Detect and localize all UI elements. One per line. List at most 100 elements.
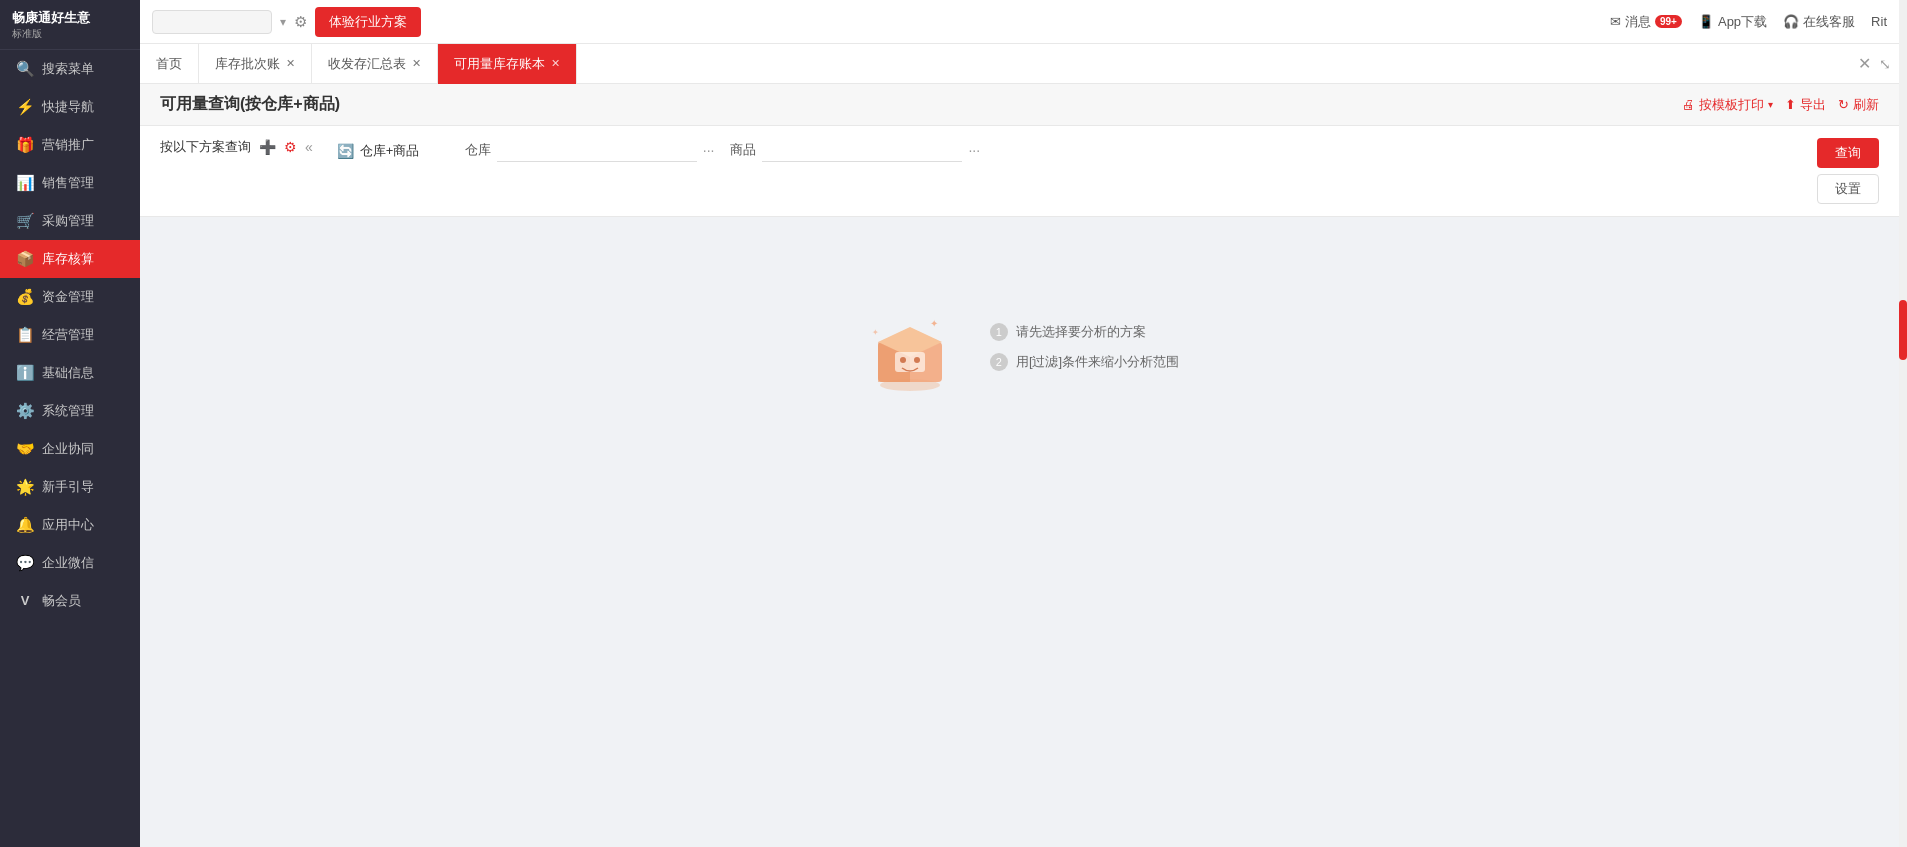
tab-available[interactable]: 可用量库存账本 ✕ [438,44,577,84]
message-icon: ✉ [1610,14,1621,29]
empty-tip-2: 2 用[过滤]条件来缩小分析范围 [990,353,1179,371]
finance-icon: 💰 [16,288,34,306]
message-badge: 99+ [1655,15,1682,28]
empty-tip-1: 1 请先选择要分析的方案 [990,323,1179,341]
empty-illustration: ✦ ✦ [860,297,960,397]
filter-buttons: 查询 设置 [1817,138,1879,204]
logo-title: 畅康通好生意 [12,10,128,27]
sidebar-item-purchase[interactable]: 🛒 采购管理 [0,202,140,240]
svg-point-5 [900,357,906,363]
print-btn[interactable]: 🖨 按模板打印 ▾ [1682,96,1773,114]
product-label: 商品 [730,141,756,159]
cog-scheme-icon[interactable]: ⚙ [284,139,297,155]
search-icon: 🔍 [16,60,34,78]
sidebar-item-shortcut[interactable]: ⚡ 快捷导航 [0,88,140,126]
filter-scheme-label: 按以下方案查询 ➕ ⚙ « [160,138,313,156]
headset-icon: 🎧 [1783,14,1799,29]
scheme-list: 🔄 仓库+商品 [329,138,449,164]
page-title: 可用量查询(按仓库+商品) [160,94,340,115]
empty-state: ✦ ✦ 1 请先选择要分析的方案 2 用[ [140,217,1899,477]
tip-1-num: 1 [990,323,1008,341]
enterprise-icon: 🤝 [16,440,34,458]
tab-summary-close[interactable]: ✕ [412,57,421,70]
content-area: 可用量查询(按仓库+商品) 🖨 按模板打印 ▾ ⬆ 导出 ↻ 刷新 [140,84,1899,847]
empty-tips: 1 请先选择要分析的方案 2 用[过滤]条件来缩小分析范围 [990,323,1179,371]
system-icon: ⚙️ [16,402,34,420]
tab-available-close[interactable]: ✕ [551,57,560,70]
refresh-btn[interactable]: ↻ 刷新 [1838,96,1879,114]
tab-summary[interactable]: 收发存汇总表 ✕ [312,44,438,84]
sidebar-item-wechat[interactable]: 💬 企业微信 [0,544,140,582]
refresh-icon: ↻ [1838,97,1849,112]
svg-text:✦: ✦ [872,328,879,337]
sidebar-item-newbie[interactable]: 🌟 新手引导 [0,468,140,506]
topbar-search-input[interactable] [152,10,272,34]
sidebar-item-search[interactable]: 🔍 搜索菜单 [0,50,140,88]
sidebar-item-operation[interactable]: 📋 经营管理 [0,316,140,354]
topbar: ▾ ⚙ 体验行业方案 ✉ 消息 99+ 📱 App下载 🎧 在线客服 Rit [140,0,1899,44]
sidebar-logo: 畅康通好生意 标准版 [0,0,140,50]
svg-text:✦: ✦ [930,318,938,329]
tab-batch[interactable]: 库存批次账 ✕ [199,44,312,84]
add-scheme-icon[interactable]: ➕ [259,139,276,155]
purchase-icon: 🛒 [16,212,34,230]
phone-icon: 📱 [1698,14,1714,29]
sidebar: 畅康通好生意 标准版 🔍 搜索菜单 ⚡ 快捷导航 🎁 营销推广 📊 销售管理 🛒… [0,0,140,847]
settings-btn[interactable]: 设置 [1817,174,1879,204]
scheme-item-warehouse-product[interactable]: 🔄 仓库+商品 [329,138,449,164]
sales-icon: 📊 [16,174,34,192]
svg-rect-4 [895,352,925,372]
topbar-gear-icon[interactable]: ⚙ [294,13,307,31]
product-more-icon[interactable]: ··· [968,142,980,158]
sidebar-item-marketing[interactable]: 🎁 营销推广 [0,126,140,164]
appcenter-icon: 🔔 [16,516,34,534]
operation-icon: 📋 [16,326,34,344]
inventory-icon: 📦 [16,250,34,268]
sidebar-item-enterprise[interactable]: 🤝 企业协同 [0,430,140,468]
product-input[interactable] [762,138,962,162]
collapse-scheme-icon[interactable]: « [305,139,313,155]
trial-btn[interactable]: 体验行业方案 [315,7,421,37]
topbar-chevron-icon[interactable]: ▾ [280,15,286,29]
basic-icon: ℹ️ [16,364,34,382]
topbar-online-service[interactable]: 🎧 在线客服 [1783,13,1855,31]
topbar-message[interactable]: ✉ 消息 99+ [1610,13,1682,31]
warehouse-more-icon[interactable]: ··· [703,142,715,158]
tab-home[interactable]: 首页 [140,44,199,84]
filter-area: 按以下方案查询 ➕ ⚙ « 🔄 仓库+商品 仓库 ··· 商品 [140,126,1899,217]
filter-field-product: 商品 ··· [730,138,980,162]
sidebar-item-finance[interactable]: 💰 资金管理 [0,278,140,316]
sidebar-item-appcenter[interactable]: 🔔 应用中心 [0,506,140,544]
sidebar-item-system[interactable]: ⚙️ 系统管理 [0,392,140,430]
logo-sub: 标准版 [12,27,128,41]
warehouse-label: 仓库 [465,141,491,159]
right-scrollbar[interactable] [1899,0,1907,847]
shortcut-icon: ⚡ [16,98,34,116]
empty-state-inner: ✦ ✦ 1 请先选择要分析的方案 2 用[ [860,297,1179,397]
query-btn[interactable]: 查询 [1817,138,1879,168]
marketing-icon: 🎁 [16,136,34,154]
wechat-icon: 💬 [16,554,34,572]
sidebar-item-basic[interactable]: ℹ️ 基础信息 [0,354,140,392]
sidebar-item-inventory[interactable]: 📦 库存核算 [0,240,140,278]
printer-icon: 🖨 [1682,97,1695,112]
topbar-user[interactable]: Rit [1871,14,1887,29]
warehouse-input[interactable] [497,138,697,162]
print-chevron-icon: ▾ [1768,99,1773,110]
export-icon: ⬆ [1785,97,1796,112]
tabbar-close-all-btn[interactable]: ✕ [1858,54,1871,73]
sidebar-item-member[interactable]: V 畅会员 [0,582,140,620]
sidebar-item-sales[interactable]: 📊 销售管理 [0,164,140,202]
scrollbar-thumb [1899,300,1907,360]
page-header: 可用量查询(按仓库+商品) 🖨 按模板打印 ▾ ⬆ 导出 ↻ 刷新 [140,84,1899,126]
topbar-app-download[interactable]: 📱 App下载 [1698,13,1767,31]
sidebar-scroll: 🔍 搜索菜单 ⚡ 快捷导航 🎁 营销推广 📊 销售管理 🛒 采购管理 📦 库存核… [0,50,140,847]
newbie-icon: 🌟 [16,478,34,496]
member-icon: V [16,593,34,608]
tabbar-expand-btn[interactable]: ⤡ [1879,56,1891,72]
tab-batch-close[interactable]: ✕ [286,57,295,70]
export-btn[interactable]: ⬆ 导出 [1785,96,1826,114]
filter-field-warehouse: 仓库 ··· [465,138,715,162]
tabbar: 首页 库存批次账 ✕ 收发存汇总表 ✕ 可用量库存账本 ✕ ✕ ⤡ [140,44,1899,84]
filter-fields: 仓库 ··· 商品 ··· [465,138,1793,162]
